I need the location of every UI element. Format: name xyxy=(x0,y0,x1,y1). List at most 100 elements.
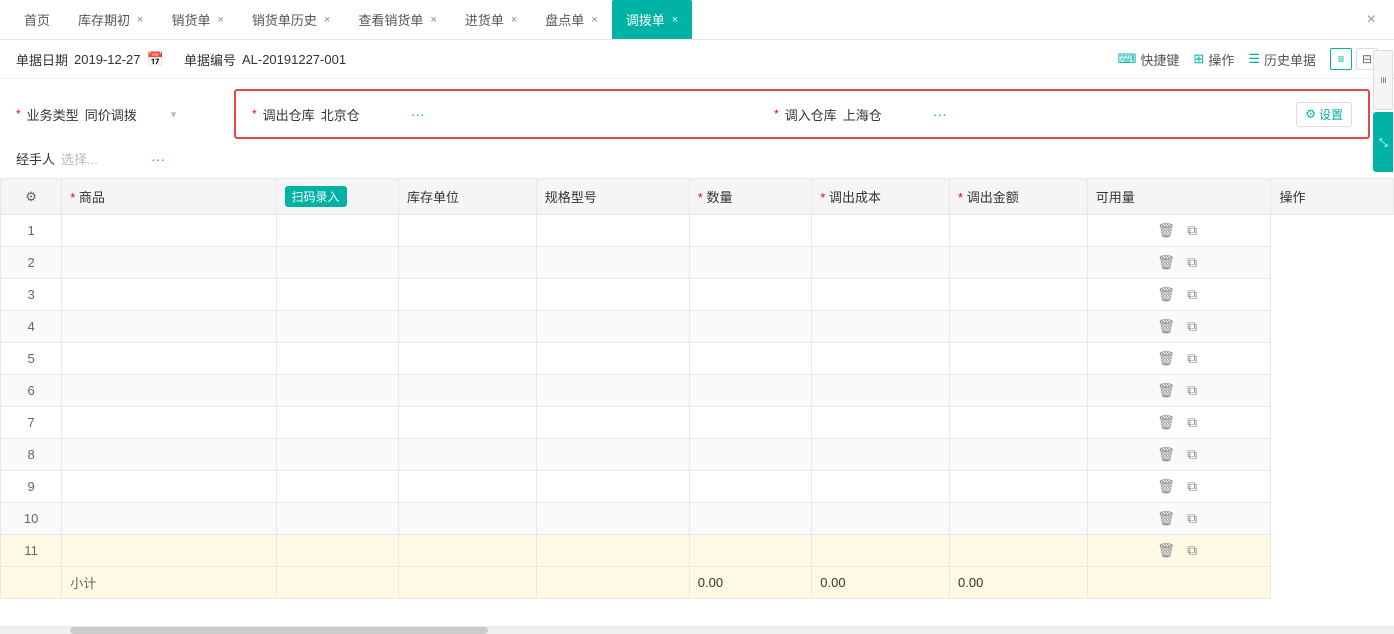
row-7-delete-icon[interactable]: 🗑 xyxy=(1156,413,1176,433)
gear-icon: ⚙ xyxy=(25,189,37,204)
page-content: 单据日期 2019-12-27 📅 单据编号 AL-20191227-001 ⌨… xyxy=(0,40,1394,634)
row-num-2: 2 xyxy=(1,247,62,279)
table-row: 3 🗑 ⧉ xyxy=(1,279,1394,311)
row-3-qty[interactable] xyxy=(536,279,689,311)
th-available: 可用量 xyxy=(1087,179,1271,215)
row-9-delete-icon[interactable]: 🗑 xyxy=(1156,477,1176,497)
row-1-spec[interactable] xyxy=(398,215,536,247)
history-link[interactable]: ☰ 历史单据 xyxy=(1248,50,1316,69)
table-header-row: ⚙ * 商品 扫码录入 库存单位 规格型号 xyxy=(1,179,1394,215)
row-8-copy-icon[interactable]: ⧉ xyxy=(1182,445,1202,465)
row-6-delete-icon[interactable]: 🗑 xyxy=(1156,381,1176,401)
row-1-cost[interactable] xyxy=(689,215,811,247)
tab-home[interactable]: 首页 xyxy=(10,0,64,39)
business-type-value[interactable]: 同价调拨 xyxy=(85,105,165,124)
row-1-available[interactable] xyxy=(950,215,1088,247)
tab-sales-history[interactable]: 销货单历史 × xyxy=(238,0,344,39)
row-1-copy-icon[interactable]: ⧉ xyxy=(1182,221,1202,241)
handler-group: 经手人 选择... ··· xyxy=(16,149,216,168)
sidebar-list-btn[interactable]: ≡ xyxy=(1373,50,1393,110)
scan-btn[interactable]: 扫码录入 xyxy=(285,186,347,207)
row-10-copy-icon[interactable]: ⧉ xyxy=(1182,509,1202,529)
sidebar-expand-btn[interactable]: ⤢ xyxy=(1373,112,1393,172)
tab-sales-history-close[interactable]: × xyxy=(324,14,330,26)
transfer-out-value[interactable]: 北京仓 xyxy=(321,105,401,124)
table-row: 5 🗑⧉ xyxy=(1,343,1394,375)
view-list-icon[interactable]: ≡ xyxy=(1330,48,1352,70)
row-3-amount[interactable] xyxy=(812,279,950,311)
row-2-copy-icon[interactable]: ⧉ xyxy=(1182,253,1202,273)
tab-inventory-check[interactable]: 盘点单 × xyxy=(531,0,611,39)
business-type-dropdown-arrow[interactable]: ▾ xyxy=(171,108,177,121)
tab-purchase[interactable]: 进货单 × xyxy=(451,0,531,39)
row-2-product[interactable] xyxy=(62,247,276,279)
tab-inventory-init-close[interactable]: × xyxy=(137,14,143,26)
tab-inventory-check-label: 盘点单 xyxy=(545,10,584,29)
row-2-available[interactable] xyxy=(950,247,1088,279)
row-1-unit[interactable] xyxy=(276,215,398,247)
row-6-copy-icon[interactable]: ⧉ xyxy=(1182,381,1202,401)
row-3-spec[interactable] xyxy=(398,279,536,311)
tab-inventory-init[interactable]: 库存期初 × xyxy=(64,0,157,39)
row-3-product[interactable] xyxy=(62,279,276,311)
row-9-copy-icon[interactable]: ⧉ xyxy=(1182,477,1202,497)
handler-placeholder[interactable]: 选择... xyxy=(61,149,141,168)
th-cost: * 调出成本 xyxy=(812,179,950,215)
row-2-spec[interactable] xyxy=(398,247,536,279)
row-7-copy-icon[interactable]: ⧉ xyxy=(1182,413,1202,433)
row-4-delete-icon[interactable]: 🗑 xyxy=(1156,317,1176,337)
tab-purchase-close[interactable]: × xyxy=(511,14,517,26)
row-num-3: 3 xyxy=(1,279,62,311)
business-type-label: 业务类型 xyxy=(27,105,79,124)
row-3-available[interactable] xyxy=(950,279,1088,311)
tab-view-sales-label: 查看销货单 xyxy=(358,10,423,29)
transfer-in-value[interactable]: 上海仓 xyxy=(843,105,923,124)
table-row: 10 🗑 ⧉ xyxy=(1,503,1394,535)
tab-sales-order-close[interactable]: × xyxy=(217,14,223,26)
row-3-delete-icon[interactable]: 🗑 xyxy=(1156,285,1176,305)
row-num-10: 10 xyxy=(1,503,62,535)
horizontal-scrollbar[interactable] xyxy=(0,626,1394,634)
row-1-product[interactable] xyxy=(62,215,276,247)
tab-inventory-check-close[interactable]: × xyxy=(591,14,597,26)
row-2-qty[interactable] xyxy=(536,247,689,279)
shortcut-link[interactable]: ⌨ 快捷键 xyxy=(1118,50,1180,69)
tab-transfer-close[interactable]: × xyxy=(672,14,678,26)
tab-view-sales[interactable]: 查看销货单 × xyxy=(344,0,450,39)
tab-transfer[interactable]: 调拨单 × xyxy=(612,0,692,39)
settings-label: 设置 xyxy=(1319,106,1343,123)
tab-bar-close-btn[interactable]: × xyxy=(1359,11,1384,29)
settings-button[interactable]: ⚙ 设置 xyxy=(1296,102,1352,127)
row-1-qty[interactable] xyxy=(536,215,689,247)
row-2-amount[interactable] xyxy=(812,247,950,279)
row-3-cost[interactable] xyxy=(689,279,811,311)
row-10-delete-icon[interactable]: 🗑 xyxy=(1156,509,1176,529)
row-3-unit[interactable] xyxy=(276,279,398,311)
row-8-delete-icon[interactable]: 🗑 xyxy=(1156,445,1176,465)
shortcut-icon: ⌨ xyxy=(1118,51,1137,67)
row-4-copy-icon[interactable]: ⧉ xyxy=(1182,317,1202,337)
row-1-amount[interactable] xyxy=(812,215,950,247)
row-3-copy-icon[interactable]: ⧉ xyxy=(1182,285,1202,305)
handler-more-btn[interactable]: ··· xyxy=(151,151,165,167)
transfer-out-more-btn[interactable]: ··· xyxy=(411,106,425,122)
row-2-delete-icon[interactable]: 🗑 xyxy=(1156,253,1176,273)
th-product: * 商品 xyxy=(62,179,276,215)
doc-number-value: AL-20191227-001 xyxy=(242,52,346,67)
row-5-copy-icon[interactable]: ⧉ xyxy=(1182,349,1202,369)
calendar-icon[interactable]: 📅 xyxy=(147,51,164,68)
row-1-delete-icon[interactable]: 🗑 xyxy=(1156,221,1176,241)
row-2-cost[interactable] xyxy=(689,247,811,279)
table-row: 7 🗑⧉ xyxy=(1,407,1394,439)
row-5-delete-icon[interactable]: 🗑 xyxy=(1156,349,1176,369)
transfer-in-more-btn[interactable]: ··· xyxy=(933,106,947,122)
actions-link[interactable]: ⊞ 操作 xyxy=(1193,50,1234,69)
tab-view-sales-close[interactable]: × xyxy=(430,14,436,26)
row-2-unit[interactable] xyxy=(276,247,398,279)
row-3-ops: 🗑 ⧉ xyxy=(1087,279,1271,311)
row-11-delete-icon[interactable]: 🗑 xyxy=(1156,541,1176,561)
th-gear[interactable]: ⚙ xyxy=(1,179,62,215)
row-11-copy-icon[interactable]: ⧉ xyxy=(1182,541,1202,561)
tab-sales-order[interactable]: 销货单 × xyxy=(157,0,237,39)
subtotal-label-row: 小计 0.00 0.00 0.00 xyxy=(1,567,1394,599)
